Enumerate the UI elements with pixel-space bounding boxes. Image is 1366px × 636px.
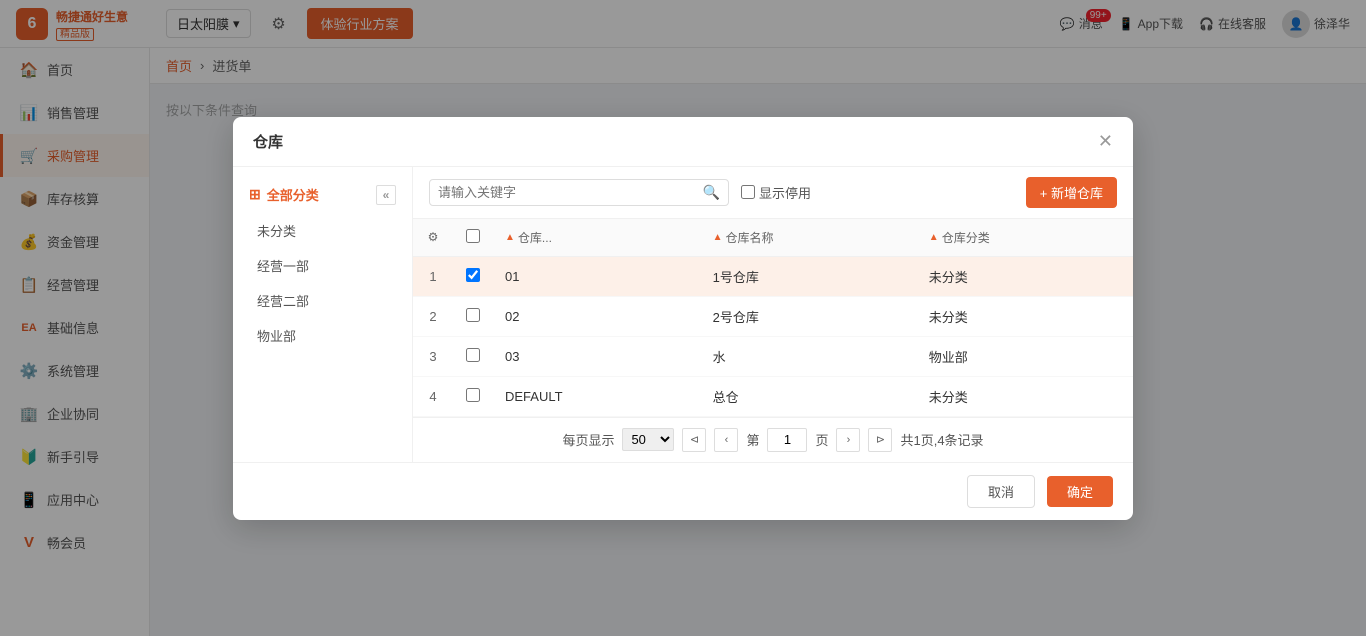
confirm-button[interactable]: 确定 — [1047, 476, 1113, 507]
modal-table-wrap: ⚙ ▲ 仓库... — [413, 219, 1133, 417]
table-row[interactable]: 3 03 水 物业部 — [413, 336, 1133, 376]
modal-toolbar: 🔍 显示停用 + 新增仓库 — [413, 167, 1133, 219]
row-name: 1号仓库 — [701, 256, 917, 296]
row-code: DEFAULT — [493, 376, 701, 416]
th-check — [453, 219, 493, 257]
row-checkbox-cell — [453, 296, 493, 336]
row-category: 未分类 — [917, 376, 1133, 416]
table-row[interactable]: 2 02 2号仓库 未分类 — [413, 296, 1133, 336]
row-checkbox[interactable] — [466, 268, 480, 282]
page-size-select[interactable]: 50 20 100 — [622, 428, 674, 451]
table-row[interactable]: 4 DEFAULT 总仓 未分类 — [413, 376, 1133, 416]
row-category: 未分类 — [917, 256, 1133, 296]
th-name: ▲ 仓库名称 — [701, 219, 917, 257]
row-checkbox-cell — [453, 376, 493, 416]
modal-footer: 取消 确定 — [233, 462, 1133, 520]
category-all-item[interactable]: ⊞ 全部分类 « — [233, 177, 412, 213]
sort-icon-code: ▲ — [505, 232, 515, 243]
grid-icon: ⊞ — [249, 186, 261, 203]
modal-sidebar: ⊞ 全部分类 « 未分类 经营一部 经营二部 物业部 — [233, 167, 413, 462]
row-category: 未分类 — [917, 296, 1133, 336]
modal-title: 仓库 — [253, 131, 283, 152]
row-num: 3 — [413, 336, 453, 376]
modal-body: ⊞ 全部分类 « 未分类 经营一部 经营二部 物业部 — [233, 167, 1133, 462]
modal-close-button[interactable]: ✕ — [1098, 131, 1113, 152]
row-checkbox-cell — [453, 256, 493, 296]
page-label: 页 — [815, 430, 828, 449]
show-disabled-checkbox[interactable] — [741, 185, 755, 199]
warehouse-modal: 仓库 ✕ ⊞ 全部分类 « 未分类 经营一部 经营二部 — [233, 117, 1133, 520]
row-name: 2号仓库 — [701, 296, 917, 336]
row-num: 2 — [413, 296, 453, 336]
category-uncategorized[interactable]: 未分类 — [233, 213, 412, 248]
modal-pagination: 每页显示 50 20 100 ⊲ ‹ 第 页 › ⊳ 共1页,4条记录 — [413, 417, 1133, 462]
search-box: 🔍 — [429, 179, 729, 206]
cancel-button[interactable]: 取消 — [967, 475, 1035, 508]
page-input[interactable] — [767, 428, 807, 452]
modal-overlay: 仓库 ✕ ⊞ 全部分类 « 未分类 经营一部 经营二部 — [0, 0, 1366, 636]
table-body: 1 01 1号仓库 未分类 2 02 2号仓库 未分类 3 03 水 物业部 4 — [413, 256, 1133, 416]
row-checkbox[interactable] — [466, 388, 480, 402]
modal-header: 仓库 ✕ — [233, 117, 1133, 167]
row-checkbox[interactable] — [466, 348, 480, 362]
row-code: 02 — [493, 296, 701, 336]
search-input[interactable] — [438, 185, 703, 200]
category-property[interactable]: 物业部 — [233, 318, 412, 353]
sort-icon-name: ▲ — [713, 232, 723, 243]
warehouse-table: ⚙ ▲ 仓库... — [413, 219, 1133, 417]
first-page-button[interactable]: ⊲ — [682, 428, 706, 452]
last-page-button[interactable]: ⊳ — [868, 428, 892, 452]
next-page-button[interactable]: › — [836, 428, 860, 452]
row-name: 总仓 — [701, 376, 917, 416]
collapse-button[interactable]: « — [376, 185, 396, 205]
category-operation2[interactable]: 经营二部 — [233, 283, 412, 318]
row-category: 物业部 — [917, 336, 1133, 376]
show-disabled-label[interactable]: 显示停用 — [741, 183, 811, 202]
table-row[interactable]: 1 01 1号仓库 未分类 — [413, 256, 1133, 296]
search-icon: 🔍 — [703, 184, 720, 201]
prev-page-button[interactable]: ‹ — [714, 428, 738, 452]
sort-icon-category: ▲ — [929, 232, 939, 243]
modal-main: 🔍 显示停用 + 新增仓库 ⚙ — [413, 167, 1133, 462]
category-operation1[interactable]: 经营一部 — [233, 248, 412, 283]
row-num: 4 — [413, 376, 453, 416]
th-category: ▲ 仓库分类 — [917, 219, 1133, 257]
select-all-checkbox[interactable] — [466, 229, 480, 243]
th-code: ▲ 仓库... — [493, 219, 701, 257]
th-gear: ⚙ — [413, 219, 453, 257]
pagination-total: 共1页,4条记录 — [900, 430, 983, 449]
row-checkbox[interactable] — [466, 308, 480, 322]
row-checkbox-cell — [453, 336, 493, 376]
row-name: 水 — [701, 336, 917, 376]
table-header-row: ⚙ ▲ 仓库... — [413, 219, 1133, 257]
add-warehouse-button[interactable]: + 新增仓库 — [1026, 177, 1117, 208]
row-code: 01 — [493, 256, 701, 296]
row-code: 03 — [493, 336, 701, 376]
row-num: 1 — [413, 256, 453, 296]
page-label-before: 第 — [746, 430, 759, 449]
